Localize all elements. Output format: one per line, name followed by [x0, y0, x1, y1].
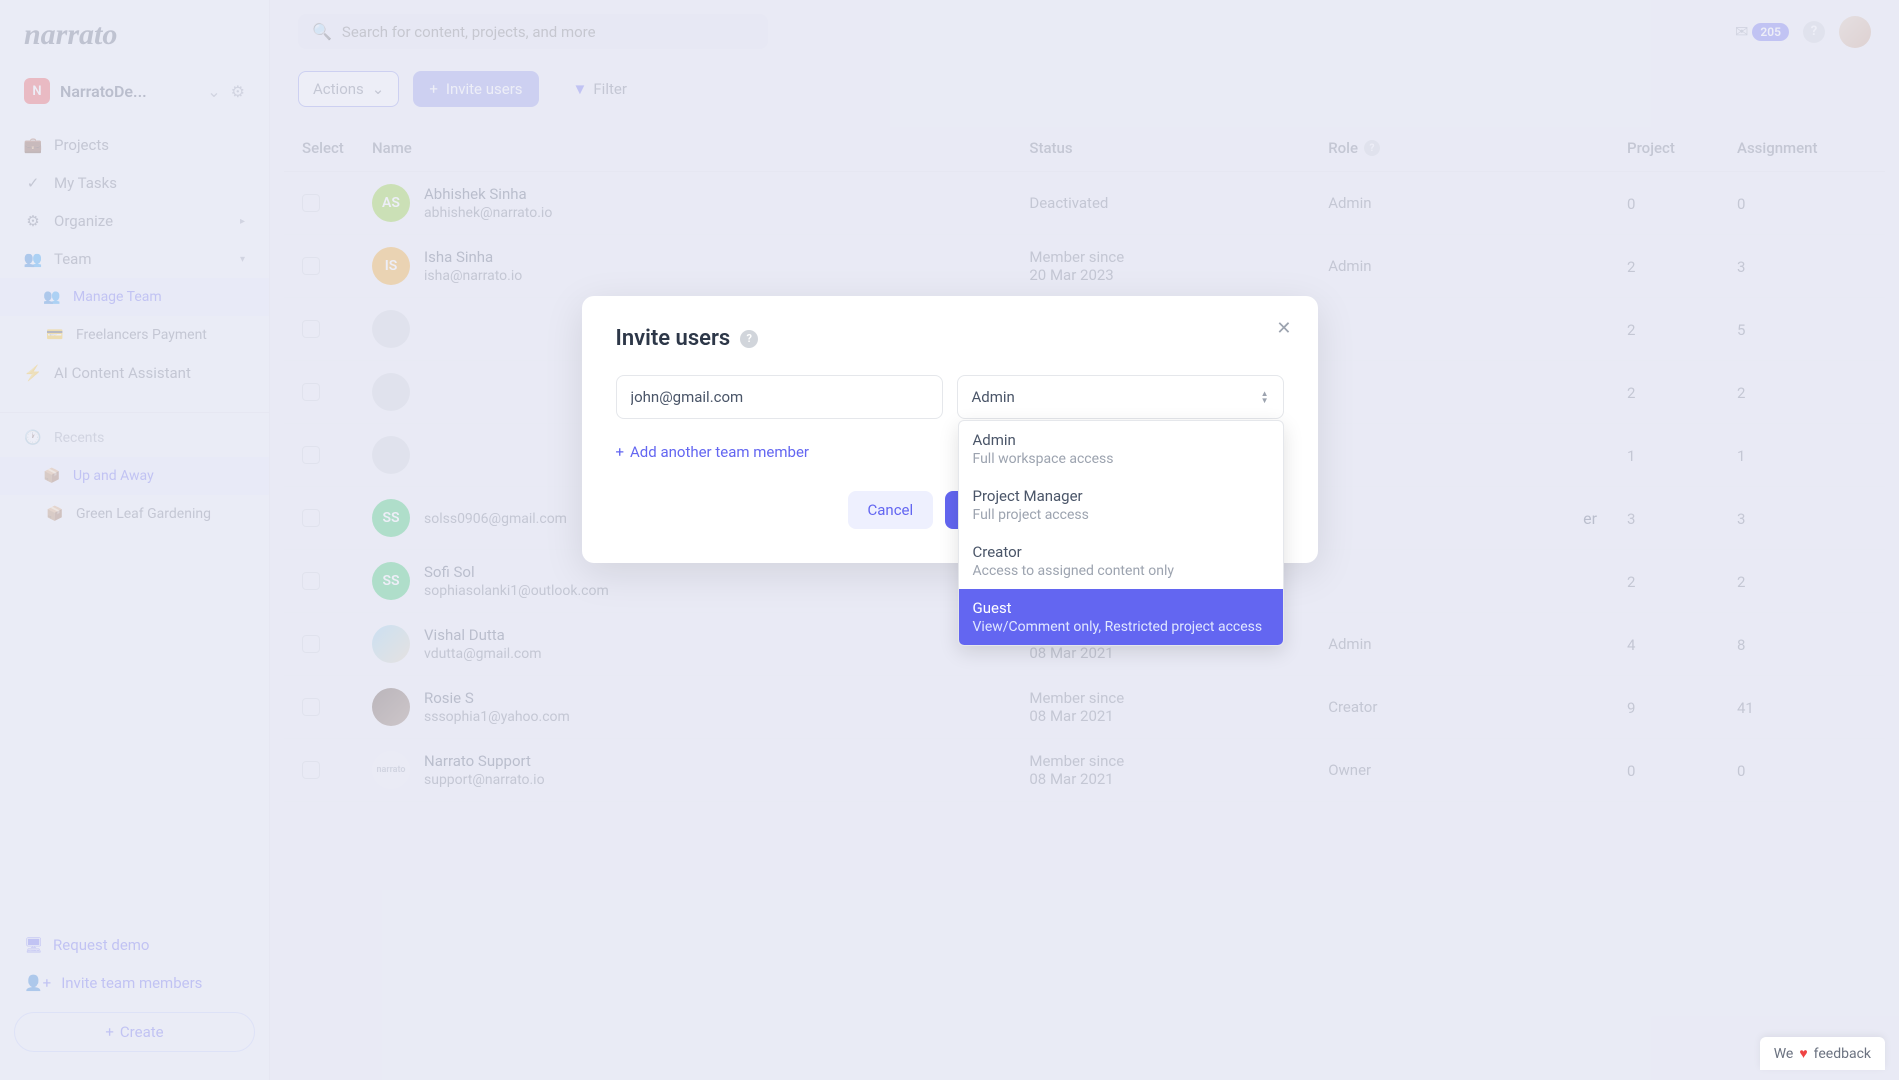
role-title: Creator: [973, 543, 1269, 561]
dropdown-item[interactable]: Project Manager Full project access: [959, 477, 1283, 533]
role-desc: View/Comment only, Restricted project ac…: [973, 619, 1269, 635]
role-desc: Full workspace access: [973, 451, 1269, 467]
role-title: Guest: [973, 599, 1269, 617]
role-title: Project Manager: [973, 487, 1269, 505]
role-desc: Full project access: [973, 507, 1269, 523]
plus-icon: +: [616, 443, 625, 461]
role-dropdown: Admin Full workspace access Project Mana…: [958, 420, 1284, 646]
role-desc: Access to assigned content only: [973, 563, 1269, 579]
dropdown-item[interactable]: Admin Full workspace access: [959, 421, 1283, 477]
role-select[interactable]: Admin ▲▼ Admin Full workspace access Pro…: [957, 375, 1284, 419]
feedback-button[interactable]: We ♥ feedback: [1760, 1037, 1885, 1070]
heart-icon: ♥: [1799, 1045, 1807, 1062]
dropdown-item[interactable]: Creator Access to assigned content only: [959, 533, 1283, 589]
modal-title: Invite users ?: [616, 326, 1284, 351]
cancel-button[interactable]: Cancel: [848, 491, 934, 529]
help-icon[interactable]: ?: [740, 330, 758, 348]
select-caret-icon: ▲▼: [1261, 390, 1269, 404]
email-input[interactable]: [616, 375, 943, 419]
modal-overlay: Invite users ? ✕ Admin ▲▼ Admin Full wor…: [0, 0, 1899, 1080]
invite-users-modal: Invite users ? ✕ Admin ▲▼ Admin Full wor…: [582, 296, 1318, 563]
dropdown-item[interactable]: Guest View/Comment only, Restricted proj…: [959, 589, 1283, 645]
role-title: Admin: [973, 431, 1269, 449]
close-icon[interactable]: ✕: [1276, 318, 1291, 339]
